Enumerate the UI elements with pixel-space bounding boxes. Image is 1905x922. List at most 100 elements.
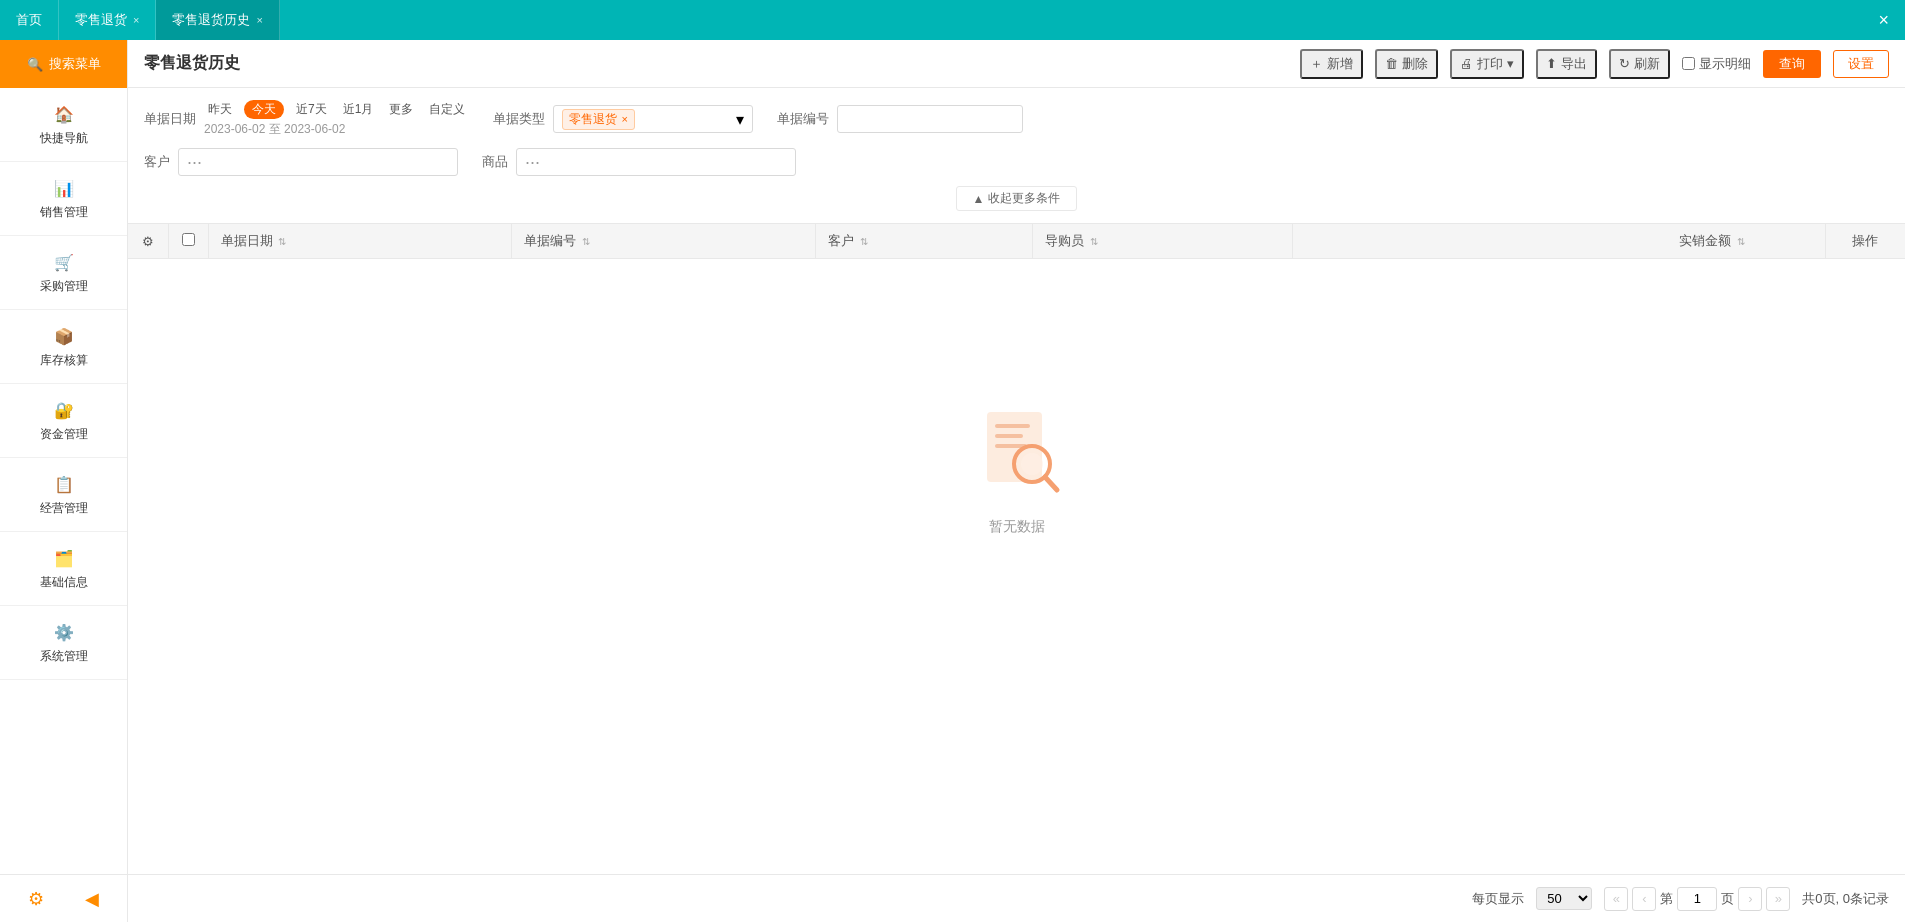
sidebar-search-label: 搜索菜单 [49,55,101,73]
show-detail-checkbox[interactable] [1682,57,1695,70]
new-button[interactable]: ＋ 新增 [1300,49,1363,79]
settings-bottom-icon[interactable]: ⚙ [28,888,44,910]
refresh-button[interactable]: ↻ 刷新 [1609,49,1670,79]
th-doc-no-sort-icon: ⇅ [582,236,590,247]
goods-filter-group: 商品 ··· [482,148,796,176]
page-size-select[interactable]: 20 50 100 [1536,887,1592,910]
query-button[interactable]: 查询 [1763,50,1821,78]
goods-select[interactable]: ··· [516,148,796,176]
sidebar-item-system-mgmt-label: 系统管理 [40,648,88,665]
filter-row-1: 单据日期 昨天 今天 近7天 近1月 更多 自定义 2023-06-02 至 2… [144,100,1889,138]
export-icon: ⬆ [1546,56,1557,71]
th-guide[interactable]: 导购员 ⇅ [1033,224,1293,259]
collapse-button[interactable]: ▲ 收起更多条件 [956,186,1078,211]
sidebar-item-purchase-mgmt-label: 采购管理 [40,278,88,295]
doc-type-select[interactable]: 零售退货 × ▾ [553,105,753,133]
date-today[interactable]: 今天 [244,100,284,119]
th-guide-sort-icon: ⇅ [1090,236,1098,247]
tab-retail-return-history-close[interactable]: × [256,14,262,26]
th-doc-no-label: 单据编号 [524,233,576,248]
main-layout: 🔍 搜索菜单 🏠 快捷导航 📊 销售管理 🛒 采购管理 📦 库存核算 🔐 [0,40,1905,922]
tab-retail-return-close[interactable]: × [133,14,139,26]
sidebar-item-system-mgmt[interactable]: ⚙️ 系统管理 [0,606,127,680]
collapse-icon: ▲ [973,192,985,206]
print-chevron-icon: ▾ [1507,56,1514,71]
sidebar-search[interactable]: 🔍 搜索菜单 [0,40,127,88]
doc-no-label: 单据编号 [777,110,829,128]
column-settings-icon[interactable]: ⚙ [142,234,154,249]
inventory-icon: 📦 [52,324,76,348]
select-all-checkbox[interactable] [182,233,195,246]
sidebar-item-inventory[interactable]: 📦 库存核算 [0,310,127,384]
print-label: 打印 [1477,55,1503,73]
th-date[interactable]: 单据日期 ⇅ [208,224,512,259]
empty-state-row: 暂无数据 [128,259,1905,680]
th-settings[interactable]: ⚙ [128,224,168,259]
sidebar-item-basic-info[interactable]: 🗂️ 基础信息 [0,532,127,606]
date-1month[interactable]: 近1月 [339,100,378,119]
page-last-button[interactable]: » [1766,887,1790,911]
sidebar-item-finance-mgmt[interactable]: 🔐 资金管理 [0,384,127,458]
doc-type-dropdown-icon: ▾ [736,110,744,129]
tab-retail-return-history[interactable]: 零售退货历史 × [156,0,279,40]
doc-type-tag-close[interactable]: × [621,113,627,125]
sidebar-item-purchase-mgmt[interactable]: 🛒 采购管理 [0,236,127,310]
goods-dots: ··· [525,152,540,173]
refresh-label: 刷新 [1634,55,1660,73]
table-header-row: ⚙ 单据日期 ⇅ 单据编号 ⇅ [128,224,1905,259]
doc-no-input[interactable] [837,105,1023,133]
sidebar-item-operations-mgmt[interactable]: 📋 经营管理 [0,458,127,532]
date-yesterday[interactable]: 昨天 [204,100,236,119]
delete-button[interactable]: 🗑 删除 [1375,49,1438,79]
delete-label: 删除 [1402,55,1428,73]
system-mgmt-icon: ⚙️ [52,620,76,644]
page-next-button[interactable]: › [1738,887,1762,911]
sidebar-item-quick-nav[interactable]: 🏠 快捷导航 [0,88,127,162]
sidebar-bottom: ⚙ ◀ [0,874,127,922]
th-doc-no[interactable]: 单据编号 ⇅ [512,224,816,259]
sidebar-item-inventory-label: 库存核算 [40,352,88,369]
th-date-sort-icon: ⇅ [278,236,286,247]
print-button[interactable]: 🖨 打印 ▾ [1450,49,1524,79]
pagination-nav: « ‹ 第 页 › » [1604,887,1790,911]
new-label: 新增 [1327,55,1353,73]
page-actions: ＋ 新增 🗑 删除 🖨 打印 ▾ ⬆ 导出 ↻ 刷新 [1300,49,1889,79]
tab-retail-return[interactable]: 零售退货 × [59,0,156,40]
export-button[interactable]: ⬆ 导出 [1536,49,1597,79]
goods-label: 商品 [482,153,508,171]
page-unit-label: 页 [1721,890,1734,908]
date-more[interactable]: 更多 [385,100,417,119]
doc-type-tag: 零售退货 × [562,109,634,130]
doc-type-label: 单据类型 [493,110,545,128]
th-customer-label: 客户 [828,233,854,248]
basic-info-icon: 🗂️ [52,546,76,570]
th-amount[interactable]: 实销金额 ⇅ [1293,224,1825,259]
th-actions: 操作 [1825,224,1905,259]
window-close-button[interactable]: × [1862,0,1905,40]
sidebar-item-sales-mgmt[interactable]: 📊 销售管理 [0,162,127,236]
print-icon: 🖨 [1460,56,1473,71]
show-detail-toggle[interactable]: 显示明细 [1682,55,1751,73]
customer-select[interactable]: ··· [178,148,458,176]
date-custom[interactable]: 自定义 [425,100,469,119]
empty-state-cell: 暂无数据 [128,259,1905,680]
th-customer[interactable]: 客户 ⇅ [816,224,1033,259]
pagination-bar: 每页显示 20 50 100 « ‹ 第 页 › » 共0页, 0条记录 [128,874,1905,922]
th-actions-label: 操作 [1852,233,1878,248]
date-7days[interactable]: 近7天 [292,100,331,119]
quick-nav-icon: 🏠 [52,102,76,126]
customer-label: 客户 [144,153,170,171]
settings-button[interactable]: 设置 [1833,50,1889,78]
svg-rect-1 [995,424,1030,428]
sidebar-item-operations-mgmt-label: 经营管理 [40,500,88,517]
collapse-label: 收起更多条件 [988,190,1060,207]
search-icon: 🔍 [27,57,43,72]
page-first-button[interactable]: « [1604,887,1628,911]
tab-home[interactable]: 首页 [0,0,59,40]
page-number-input[interactable] [1677,887,1717,911]
page-prev-button[interactable]: ‹ [1632,887,1656,911]
collapse-sidebar-icon[interactable]: ◀ [85,888,99,910]
date-range-group: 昨天 今天 近7天 近1月 更多 自定义 2023-06-02 至 2023-0… [204,100,469,138]
sidebar-item-sales-mgmt-label: 销售管理 [40,204,88,221]
th-checkbox[interactable] [168,224,208,259]
